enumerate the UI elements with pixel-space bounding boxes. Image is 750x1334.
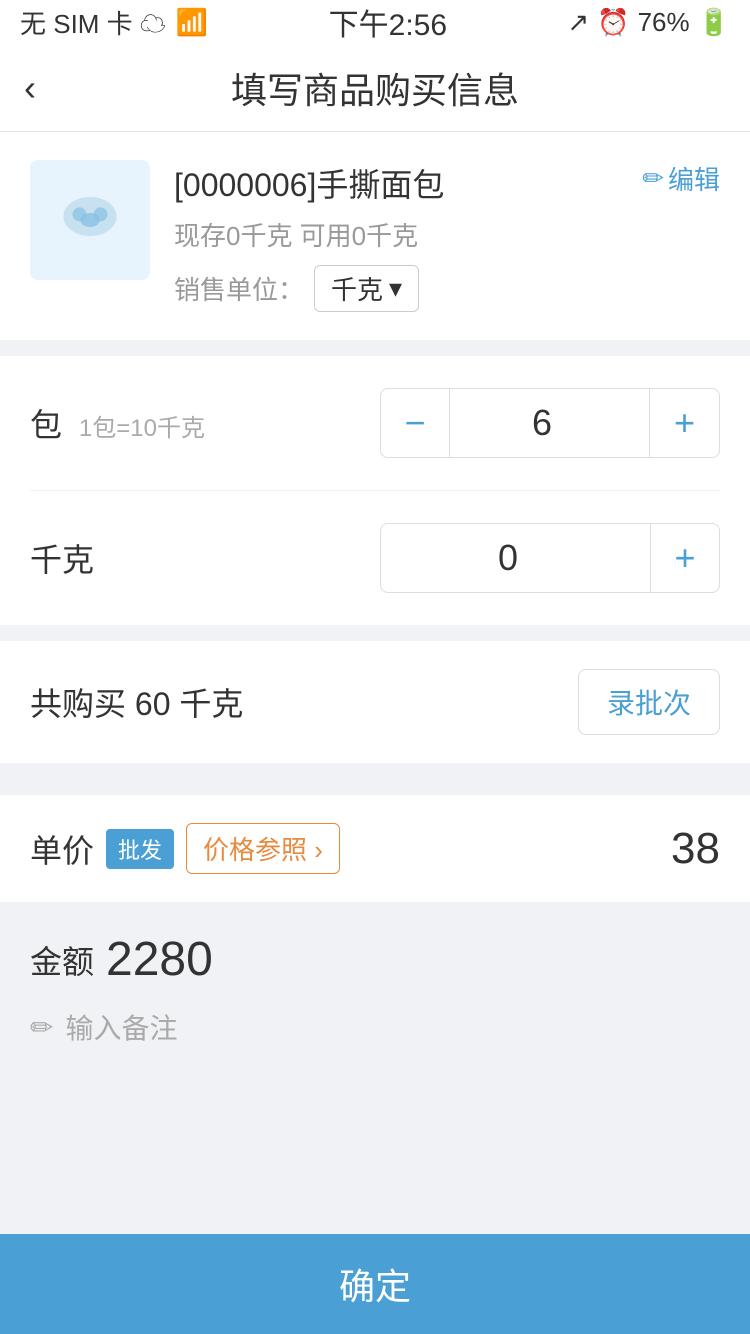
summary-section: 共购买 60 千克 录批次	[0, 641, 750, 763]
amount-value: 2280	[106, 932, 213, 987]
spacer	[0, 1067, 750, 1234]
pack-qty-row: 包 1包=10千克 − +	[30, 356, 720, 491]
alarm-icon: ⏰	[597, 7, 629, 38]
kg-plus-button[interactable]: +	[650, 523, 720, 593]
pack-qty-input[interactable]	[450, 388, 650, 458]
price-section: 单价 批发 价格参照 › 38	[0, 795, 750, 902]
product-unit: 销售单位： 千克 ▾	[174, 265, 720, 312]
product-stock: 现存0千克 可用0千克	[174, 216, 720, 253]
status-right: ↗ ⏰ 76% 🔋	[567, 7, 730, 38]
pack-plus-button[interactable]: +	[650, 388, 720, 458]
product-image	[30, 160, 150, 280]
sim-label: 无 SIM 卡 ☁	[20, 4, 166, 41]
product-name: [0000006]手撕面包	[174, 160, 444, 206]
total-summary: 共购买 60 千克	[30, 679, 243, 725]
kg-qty-control: +	[380, 523, 720, 593]
kg-label: 千克	[30, 542, 94, 578]
kg-label-group: 千克	[30, 535, 94, 581]
product-card: [0000006]手撕面包 ✏ 编辑 现存0千克 可用0千克 销售单位： 千克 …	[0, 132, 750, 340]
pack-label: 包	[30, 407, 62, 443]
edit-button[interactable]: ✏ 编辑	[642, 160, 720, 197]
battery-icon: 🔋	[698, 7, 730, 38]
price-label: 单价	[30, 826, 94, 872]
wifi-icon: 📶	[176, 7, 208, 38]
back-button[interactable]: ‹	[24, 67, 36, 109]
pack-qty-control: − +	[380, 388, 720, 458]
chevron-down-icon: ▾	[389, 273, 402, 304]
status-left: 无 SIM 卡 ☁ 📶	[20, 4, 208, 41]
kg-qty-input[interactable]	[380, 523, 650, 593]
amount-section: 金额 2280 ✏ 输入备注	[0, 902, 750, 1067]
note-row[interactable]: ✏ 输入备注	[30, 1007, 720, 1047]
page-title: 填写商品购买信息	[231, 62, 519, 114]
quantity-section: 包 1包=10千克 − + 千克 +	[0, 356, 750, 625]
unit-label: 销售单位：	[174, 270, 304, 307]
edit-icon: ✏	[642, 163, 664, 194]
product-logo-icon	[55, 185, 125, 255]
note-placeholder[interactable]: 输入备注	[65, 1007, 177, 1047]
pencil-icon: ✏	[30, 1011, 53, 1044]
battery-label: 76%	[638, 7, 690, 38]
product-info: [0000006]手撕面包 ✏ 编辑 现存0千克 可用0千克 销售单位： 千克 …	[174, 160, 720, 312]
amount-row: 金额 2280	[30, 932, 720, 987]
pack-minus-button[interactable]: −	[380, 388, 450, 458]
status-bar: 无 SIM 卡 ☁ 📶 下午2:56 ↗ ⏰ 76% 🔋	[0, 0, 750, 44]
batch-button[interactable]: 录批次	[578, 669, 720, 735]
price-left: 单价 批发 价格参照 ›	[30, 823, 340, 874]
pack-hint: 1包=10千克	[79, 415, 205, 442]
status-time: 下午2:56	[329, 0, 447, 44]
amount-label: 金额	[30, 937, 94, 983]
price-value: 38	[671, 824, 720, 874]
kg-qty-row: 千克 +	[30, 491, 720, 625]
confirm-button[interactable]: 确定	[0, 1234, 750, 1334]
separator	[0, 779, 750, 795]
price-row: 单价 批发 价格参照 › 38	[30, 823, 720, 874]
location-icon: ↗	[567, 7, 589, 38]
price-ref-button[interactable]: 价格参照 ›	[186, 823, 340, 874]
price-type-tag: 批发	[106, 829, 174, 869]
nav-bar: ‹ 填写商品购买信息	[0, 44, 750, 132]
pack-label-group: 包 1包=10千克	[30, 400, 205, 446]
unit-select[interactable]: 千克 ▾	[314, 265, 419, 312]
